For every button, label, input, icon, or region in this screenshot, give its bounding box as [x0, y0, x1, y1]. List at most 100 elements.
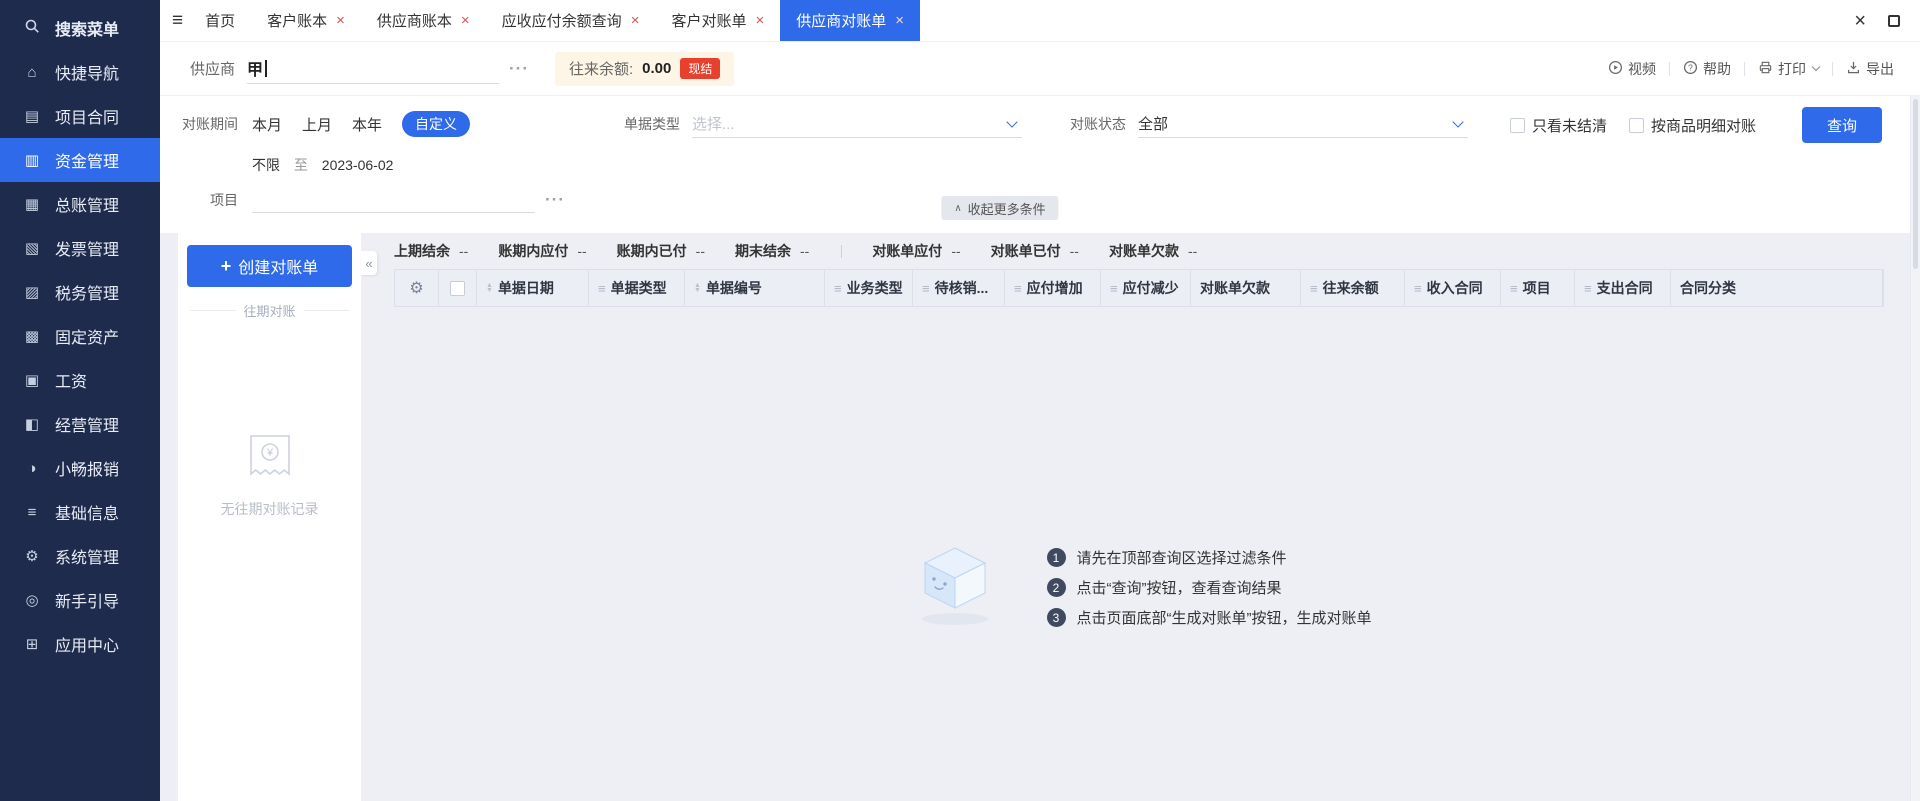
tab-4[interactable]: 应收应付余额查询 × — [486, 0, 656, 41]
sidebar-item-10[interactable]: ◑ 小畅报销 — [0, 446, 160, 490]
column-header-13[interactable]: 合同分类 — [1671, 270, 1883, 306]
vertical-scrollbar[interactable] — [1910, 96, 1920, 801]
summary-item-3: 账期内已付 -- — [617, 241, 705, 261]
sort-icon[interactable]: ▲ ▼ — [486, 282, 493, 294]
period-option-1[interactable]: 本月 — [252, 114, 282, 135]
project-input[interactable] — [252, 187, 535, 213]
date-to[interactable]: 2023-06-02 — [322, 157, 394, 173]
sidebar-item-6[interactable]: ▨ 税务管理 — [0, 270, 160, 314]
plus-icon: + — [220, 256, 232, 276]
export-button[interactable]: 导出 — [1846, 59, 1894, 79]
filter-icon[interactable]: ≡ — [922, 281, 930, 296]
past-statements-divider: 往期对账 — [190, 301, 350, 320]
by-item-detail-checkbox[interactable]: 按商品明细对账 — [1629, 115, 1756, 136]
sidebar-item-11[interactable]: ≡ 基础信息 — [0, 490, 160, 534]
print-button[interactable]: 打印 — [1758, 59, 1821, 79]
sidebar-search[interactable]: 搜索菜单 — [0, 6, 160, 50]
collapse-conditions-button[interactable]: ∧ 收起更多条件 — [941, 196, 1059, 220]
filter-icon[interactable]: ≡ — [1014, 281, 1022, 296]
tax-icon: ▨ — [24, 284, 40, 301]
date-separator: 至 — [293, 157, 308, 173]
tab-close-icon[interactable]: × — [461, 13, 470, 28]
base-info-icon: ≡ — [27, 503, 37, 521]
column-label: 支出合同 — [1596, 280, 1653, 296]
summary-item-5: 对账单应付 -- — [872, 241, 960, 261]
column-header-8[interactable]: 对账单欠款 — [1191, 270, 1301, 306]
filter-icon[interactable]: ≡ — [1310, 281, 1318, 296]
tab-close-icon[interactable]: × — [895, 13, 904, 28]
tab-label: 应收应付余额查询 — [501, 13, 622, 30]
column-header-12[interactable]: ≡ 支出合同 — [1575, 270, 1671, 306]
tab-2[interactable]: 客户账本 × — [251, 0, 361, 41]
business-icon: ◧ — [24, 416, 40, 433]
search-button[interactable]: 查询 — [1802, 107, 1882, 143]
tab-close-icon[interactable]: × — [755, 13, 764, 28]
fullscreen-icon[interactable] — [1888, 14, 1900, 27]
column-header-5[interactable]: ≡ 待核销... — [913, 270, 1005, 306]
scrollbar-thumb[interactable] — [1913, 99, 1918, 269]
step-text: 点击“查询”按钮，查看查询结果 — [1076, 580, 1282, 597]
sidebar-item-13[interactable]: ◎ 新手引导 — [0, 578, 160, 622]
sidebar-item-14[interactable]: ⊞ 应用中心 — [0, 622, 160, 666]
tab-5[interactable]: 客户对账单 × — [655, 0, 780, 41]
sidebar-item-3[interactable]: ▥ 资金管理 — [0, 138, 160, 182]
summary-label: 对账单已付 — [990, 243, 1061, 259]
date-from[interactable]: 不限 — [252, 157, 280, 173]
period-option-3[interactable]: 本年 — [352, 114, 382, 135]
sidebar-item-9[interactable]: ◧ 经营管理 — [0, 402, 160, 446]
unsettled-only-checkbox[interactable]: 只看未结清 — [1510, 115, 1607, 136]
doc-type-select[interactable]: 选择... — [692, 110, 1022, 138]
filter-icon[interactable]: ≡ — [1510, 281, 1518, 296]
create-statement-button[interactable]: + 创建对账单 — [187, 245, 352, 287]
help-button[interactable]: ? 帮助 — [1683, 59, 1731, 79]
column-header-3[interactable]: ▲ ▼ 单据编号 — [685, 270, 825, 306]
column-header-4[interactable]: ≡ 业务类型 — [825, 270, 913, 306]
close-icon[interactable]: × — [1854, 11, 1866, 31]
tab-3[interactable]: 供应商账本 × — [361, 0, 486, 41]
column-label: 单据日期 — [497, 280, 554, 296]
column-settings-button[interactable]: ⚙ — [395, 270, 439, 306]
video-button[interactable]: 视频 — [1608, 59, 1656, 79]
tab-bar: ≡ 首页 客户账本 × 供应商账本 × 应收应付余额查询 × 客户对账单 × 供应商对账单 × × — [160, 0, 1920, 42]
supplier-more-button[interactable]: ··· — [509, 59, 529, 79]
project-more-button[interactable]: ··· — [545, 190, 565, 210]
supplier-input[interactable]: 甲 — [247, 54, 500, 84]
play-circle-icon — [1608, 60, 1623, 78]
tab-close-icon[interactable]: × — [336, 13, 345, 28]
filter-icon[interactable]: ≡ — [598, 281, 606, 296]
column-header-6[interactable]: ≡ 应付增加 — [1005, 270, 1101, 306]
main-area: ≡ 首页 客户账本 × 供应商账本 × 应收应付余额查询 × 客户对账单 × 供应商对账单 × × … — [160, 0, 1920, 801]
sidebar-item-8[interactable]: ▣ 工资 — [0, 358, 160, 402]
select-all-checkbox[interactable] — [439, 270, 477, 306]
filter-icon[interactable]: ≡ — [834, 281, 842, 296]
app-center-icon: ⊞ — [25, 636, 39, 653]
summary-label: 期末结余 — [734, 243, 791, 259]
period-option-4[interactable]: 自定义 — [402, 111, 471, 137]
date-range[interactable]: 不限 至 2023-06-02 — [252, 155, 470, 175]
sidebar-item-4[interactable]: ▦ 总账管理 — [0, 182, 160, 226]
sidebar-item-5[interactable]: ▧ 发票管理 — [0, 226, 160, 270]
sidebar-item-2[interactable]: ▤ 项目合同 — [0, 94, 160, 138]
column-header-11[interactable]: ≡ 项目 — [1501, 270, 1575, 306]
filter-icon[interactable]: ≡ — [1584, 281, 1592, 296]
column-header-9[interactable]: ≡ 往来余额 — [1301, 270, 1405, 306]
hamburger-icon[interactable]: ≡ — [172, 10, 183, 32]
tab-1[interactable]: 首页 — [189, 0, 251, 41]
collapse-panel-button[interactable]: « — [361, 251, 377, 275]
sort-icon[interactable]: ▲ ▼ — [694, 282, 701, 294]
receipt-icon: ¥ — [243, 432, 297, 487]
column-header-7[interactable]: ≡ 应付减少 — [1101, 270, 1191, 306]
sidebar-item-1[interactable]: ⌂ 快捷导航 — [0, 50, 160, 94]
tab-close-icon[interactable]: × — [631, 13, 640, 28]
period-option-2[interactable]: 上月 — [302, 114, 332, 135]
column-header-10[interactable]: ≡ 收入合同 — [1405, 270, 1501, 306]
column-header-2[interactable]: ≡ 单据类型 — [589, 270, 685, 306]
chevron-down-icon — [1811, 62, 1821, 72]
tab-6[interactable]: 供应商对账单 × — [780, 0, 921, 41]
status-select[interactable]: 全部 — [1138, 110, 1468, 138]
filter-icon[interactable]: ≡ — [1414, 281, 1422, 296]
sidebar-item-12[interactable]: ⚙ 系统管理 — [0, 534, 160, 578]
sidebar-item-7[interactable]: ▩ 固定资产 — [0, 314, 160, 358]
filter-icon[interactable]: ≡ — [1110, 281, 1118, 296]
column-header-1[interactable]: ▲ ▼ 单据日期 — [477, 270, 589, 306]
